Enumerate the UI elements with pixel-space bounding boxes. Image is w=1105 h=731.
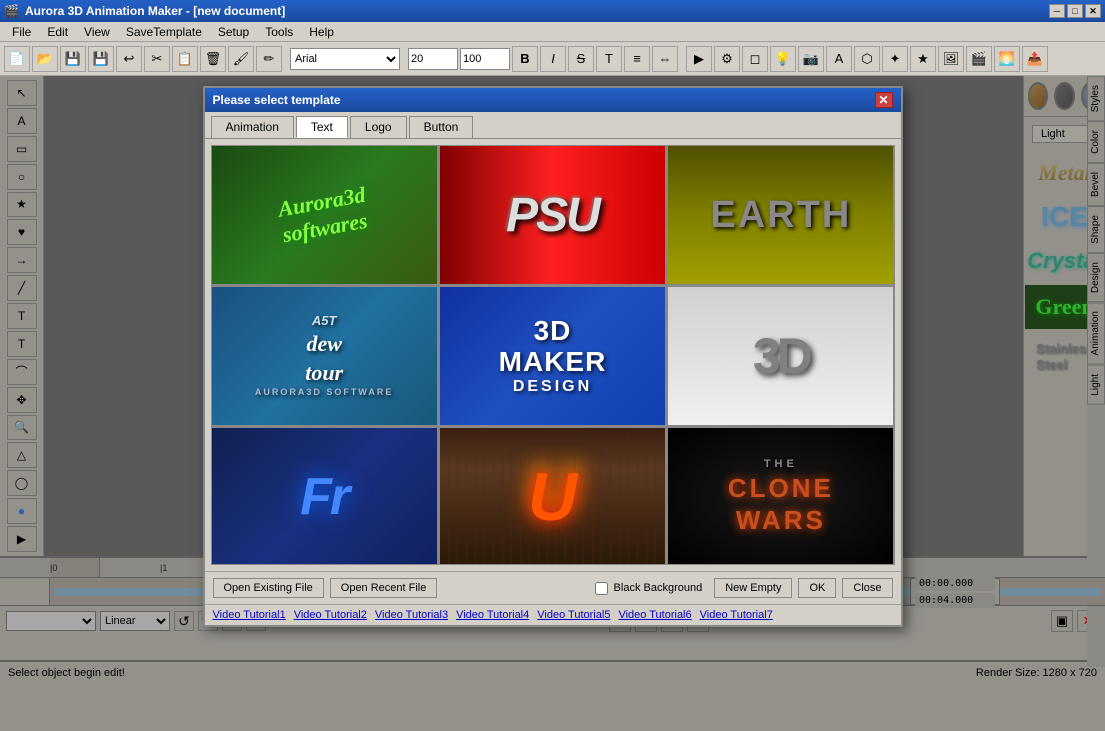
tutorial-link-5[interactable]: Video Tutorial5 [537,609,610,621]
black-bg-label: Black Background [614,582,703,594]
cube-button[interactable]: ◻ [742,46,768,72]
spacing-button[interactable]: ⇔ [652,46,678,72]
tutorial-link-2[interactable]: Video Tutorial2 [294,609,367,621]
toolbar: 📄 📂 💾 💾 ↩ ✂ 📋 🗑 🖌 ✏ Arial B I S T ≡ ⇔ ▶ … [0,42,1105,76]
pic-button[interactable]: 🖼 [938,46,964,72]
maximize-button[interactable]: □ [1067,4,1083,18]
tutorial-link-7[interactable]: Video Tutorial7 [700,609,773,621]
template-frost[interactable]: Fr [212,428,437,565]
titlebar-title: 🎬 Aurora 3D Animation Maker - [new docum… [4,4,285,18]
save-as-button[interactable]: 💾 [88,46,114,72]
template-modal: Please select template ✕ Animation Text … [203,86,903,627]
text-type-button[interactable]: T [596,46,622,72]
tutorial-links: Video Tutorial1 Video Tutorial2 Video Tu… [205,604,901,625]
export-button[interactable]: 📤 [1022,46,1048,72]
bg-button[interactable]: 🌅 [994,46,1020,72]
menu-view[interactable]: View [76,23,118,41]
undo-button[interactable]: ↩ [116,46,142,72]
tutorial-link-4[interactable]: Video Tutorial4 [456,609,529,621]
modal-overlay: Please select template ✕ Animation Text … [0,76,1105,731]
font-weight-input[interactable] [460,48,510,70]
cut-button[interactable]: ✂ [144,46,170,72]
menubar: File Edit View SaveTemplate Setup Tools … [0,22,1105,42]
minimize-button[interactable]: ─ [1049,4,1065,18]
tab-animation[interactable]: Animation [211,116,294,138]
strikethrough-button[interactable]: S [568,46,594,72]
settings-button[interactable]: ⚙ [714,46,740,72]
align-button[interactable]: ≡ [624,46,650,72]
modal-footer: Open Existing File Open Recent File Blac… [205,571,901,604]
font-size-input[interactable] [408,48,458,70]
template-psu[interactable]: PSU [440,146,665,284]
template-grid: Aurora3dsoftwares PSU EARTH [211,145,895,565]
bold-button[interactable]: B [512,46,538,72]
template-fire[interactable]: U [440,428,665,565]
open-existing-button[interactable]: Open Existing File [213,578,324,598]
tutorial-link-1[interactable]: Video Tutorial1 [213,609,286,621]
new-empty-button[interactable]: New Empty [714,578,792,598]
black-bg-checkbox[interactable] [595,582,608,595]
open-button[interactable]: 📂 [32,46,58,72]
italic-button[interactable]: I [540,46,566,72]
titlebar: 🎬 Aurora 3D Animation Maker - [new docum… [0,0,1105,22]
template-metal-blocks[interactable]: 3D [668,287,893,425]
tab-logo[interactable]: Logo [350,116,407,138]
brush-button[interactable]: 🖌 [228,46,254,72]
star-button[interactable]: ★ [910,46,936,72]
save-button[interactable]: 💾 [60,46,86,72]
new-button[interactable]: 📄 [4,46,30,72]
template-clone-wars[interactable]: THE CLONE WARS [668,428,893,565]
shape-button[interactable]: ⬡ [854,46,880,72]
open-recent-button[interactable]: Open Recent File [330,578,438,598]
close-modal-button[interactable]: Close [842,578,892,598]
tutorial-link-6[interactable]: Video Tutorial6 [618,609,691,621]
modal-titlebar: Please select template ✕ [205,88,901,112]
template-3d-maker[interactable]: 3D MAKER DESIGN [440,287,665,425]
tab-text[interactable]: Text [296,116,348,138]
ok-button[interactable]: OK [798,578,836,598]
tab-button[interactable]: Button [409,116,474,138]
camera-button[interactable]: 📷 [798,46,824,72]
tutorial-link-3[interactable]: Video Tutorial3 [375,609,448,621]
modal-tabs: Animation Text Logo Button [205,112,901,139]
titlebar-controls: ─ □ ✕ [1049,4,1101,18]
template-aurora3d[interactable]: Aurora3dsoftwares [212,146,437,284]
modal-close-button[interactable]: ✕ [875,92,893,108]
menu-file[interactable]: File [4,23,39,41]
menu-edit[interactable]: Edit [39,23,76,41]
menu-help[interactable]: Help [301,23,342,41]
delete-button[interactable]: 🗑 [200,46,226,72]
copy-button[interactable]: 📋 [172,46,198,72]
app-title: Aurora 3D Animation Maker - [new documen… [25,4,285,18]
video-button[interactable]: 🎬 [966,46,992,72]
font-select[interactable]: Arial [290,48,400,70]
particle-button[interactable]: ✦ [882,46,908,72]
app-icon: 🎬 [4,4,19,18]
menu-savetemplate[interactable]: SaveTemplate [118,23,210,41]
add-text-button[interactable]: A [826,46,852,72]
render-button[interactable]: ▶ [686,46,712,72]
modal-title: Please select template [213,93,341,107]
modal-content: Aurora3dsoftwares PSU EARTH [205,139,901,571]
menu-setup[interactable]: Setup [210,23,257,41]
menu-tools[interactable]: Tools [257,23,301,41]
edit-button[interactable]: ✏ [256,46,282,72]
close-button[interactable]: ✕ [1085,4,1101,18]
template-dew-tour[interactable]: A5T dew tour AURORA3D SOFTWARE [212,287,437,425]
template-earth[interactable]: EARTH [668,146,893,284]
light-button[interactable]: 💡 [770,46,796,72]
